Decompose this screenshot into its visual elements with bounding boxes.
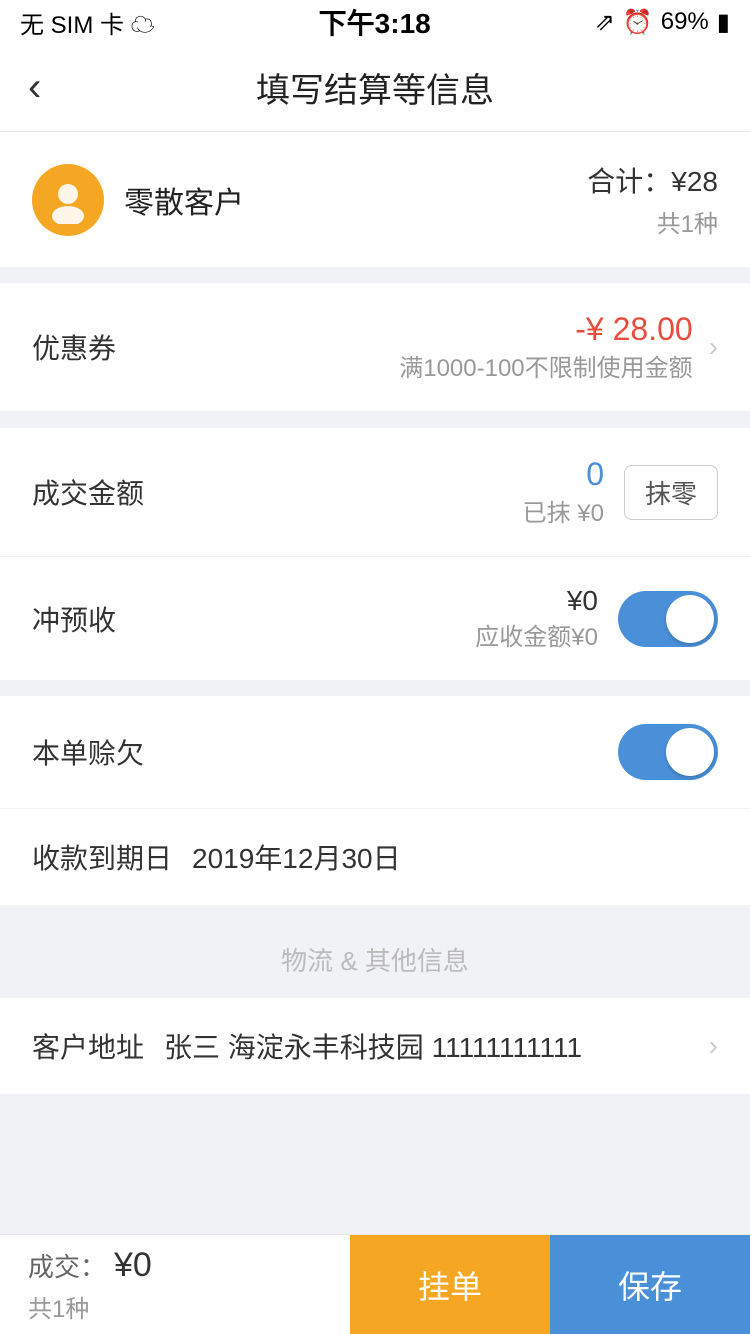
coupon-discount: -¥ 28.00: [399, 311, 692, 348]
prepayment-sub: 应收金额¥0: [475, 617, 598, 652]
coupon-right: -¥ 28.00 满1000-100不限制使用金额 ›: [399, 311, 718, 383]
save-button-label: 保存: [618, 1262, 682, 1308]
due-date-value: 2019年12月30日: [192, 837, 401, 877]
bottom-bar: 成交： ¥0 共1种 挂单 保存: [0, 1234, 750, 1334]
hang-button-label: 挂单: [418, 1262, 482, 1308]
transaction-amount-row: 成交金额 0 已抹 ¥0 抹零: [0, 428, 750, 557]
bottom-transaction-amount: ¥0: [114, 1246, 152, 1285]
coupon-note: 满1000-100不限制使用金额: [399, 348, 692, 383]
coupon-chevron-icon: ›: [709, 331, 718, 363]
back-button[interactable]: ‹: [28, 65, 41, 110]
location-icon: ⇗: [595, 8, 615, 37]
total-amount: 合计：¥28: [587, 160, 718, 200]
transaction-amount-label: 成交金额: [32, 472, 144, 512]
transaction-amount-value: 0: [523, 456, 604, 493]
total-count: 共1种: [587, 204, 718, 239]
logistics-label: 物流 & 其他信息: [281, 946, 469, 976]
status-time: 下午3:18: [319, 2, 431, 42]
customer-right: 合计：¥28 共1种: [587, 160, 718, 239]
prepayment-value: ¥0: [475, 585, 598, 617]
customer-name: 零散客户: [124, 178, 244, 222]
prepayment-right: ¥0 应收金额¥0: [475, 585, 718, 652]
coupon-label: 优惠券: [32, 327, 116, 367]
customer-row: 零散客户 合计：¥28 共1种: [0, 132, 750, 267]
status-bar: 无 SIM 卡 ☁ 下午3:18 ⇗ ⏰ 69% ▮: [0, 0, 750, 44]
battery-label: 69%: [661, 8, 709, 36]
bottom-transaction: 成交： ¥0: [28, 1246, 322, 1285]
divider-3: [0, 680, 750, 696]
debit-row: 本单赊欠: [0, 696, 750, 808]
spacer-bottom: [0, 1094, 750, 1214]
status-left: 无 SIM 卡 ☁: [20, 5, 155, 40]
customer-left: 零散客户: [32, 164, 244, 236]
bottom-count: 共1种: [28, 1289, 322, 1324]
sim-status: 无 SIM 卡 ☁: [20, 5, 155, 40]
divider-1: [0, 267, 750, 283]
coupon-row[interactable]: 优惠券 -¥ 28.00 满1000-100不限制使用金额 ›: [0, 283, 750, 412]
save-button[interactable]: 保存: [550, 1235, 750, 1334]
coupon-info: -¥ 28.00 满1000-100不限制使用金额: [399, 311, 692, 383]
toggle-knob-prepayment: [666, 595, 714, 643]
transaction-amount-right: 0 已抹 ¥0 抹零: [523, 456, 718, 528]
logistics-divider: 物流 & 其他信息: [0, 921, 750, 998]
round-zero-button[interactable]: 抹零: [624, 465, 718, 520]
page-title: 填写结算等信息: [256, 63, 494, 112]
customer-avatar: [32, 164, 104, 236]
bottom-info: 成交： ¥0 共1种: [0, 1235, 350, 1334]
address-row[interactable]: 客户地址 张三 海淀永丰科技园 11111111111 ›: [0, 998, 750, 1094]
debit-label: 本单赊欠: [32, 732, 144, 772]
battery-icon: ▮: [717, 8, 730, 37]
prepayment-values: ¥0 应收金额¥0: [475, 585, 598, 652]
transaction-amount-sub: 已抹 ¥0: [523, 493, 604, 528]
alarm-icon: ⏰: [623, 8, 653, 37]
prepayment-toggle[interactable]: [618, 591, 718, 647]
due-date-row: 收款到期日 2019年12月30日: [0, 808, 750, 905]
divider-4: [0, 905, 750, 921]
prepayment-label: 冲预收: [32, 599, 116, 639]
prepayment-row: 冲预收 ¥0 应收金额¥0: [0, 557, 750, 680]
toggle-knob-debit: [666, 728, 714, 776]
due-date-label: 收款到期日: [32, 837, 172, 877]
address-label: 客户地址: [32, 1026, 144, 1066]
status-right: ⇗ ⏰ 69% ▮: [595, 8, 730, 37]
nav-bar: ‹ 填写结算等信息: [0, 44, 750, 132]
hang-button[interactable]: 挂单: [350, 1235, 550, 1334]
divider-2: [0, 412, 750, 428]
debit-toggle[interactable]: [618, 724, 718, 780]
address-value: 张三 海淀永丰科技园 11111111111: [164, 1026, 689, 1066]
transaction-amount-values: 0 已抹 ¥0: [523, 456, 604, 528]
bottom-transaction-label: 成交：: [28, 1247, 106, 1284]
address-chevron-icon: ›: [709, 1030, 718, 1062]
